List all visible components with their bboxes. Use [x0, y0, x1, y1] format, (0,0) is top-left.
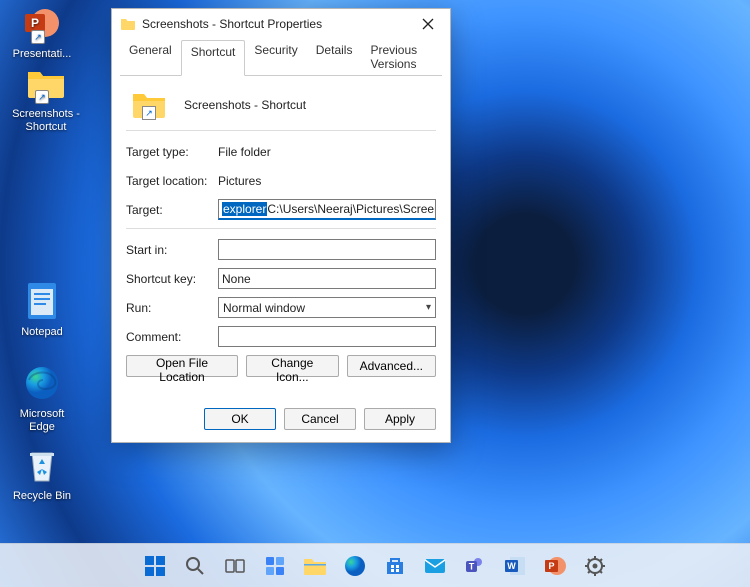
taskbar-mail[interactable]: [418, 549, 452, 583]
windows-icon: [144, 555, 166, 577]
file-explorer-icon: [303, 555, 327, 577]
ok-button[interactable]: OK: [204, 408, 276, 430]
shortcut-name: Screenshots - Shortcut: [184, 98, 306, 112]
notepad-icon: [24, 281, 60, 321]
titlebar[interactable]: Screenshots - Shortcut Properties: [112, 9, 450, 39]
properties-dialog: Screenshots - Shortcut Properties Genera…: [111, 8, 451, 443]
desktop-icon-presentation[interactable]: P ↗ Presentati...: [6, 2, 78, 61]
target-type-label: Target type:: [126, 145, 218, 159]
comment-label: Comment:: [126, 330, 218, 344]
shortcut-key-label: Shortcut key:: [126, 272, 218, 286]
close-button[interactable]: [412, 13, 444, 35]
desktop-icon-notepad[interactable]: Notepad: [6, 280, 78, 339]
desktop-icon-recycle-bin[interactable]: Recycle Bin: [6, 444, 78, 503]
taskbar-word[interactable]: W: [498, 549, 532, 583]
mail-icon: [423, 555, 447, 577]
apply-button[interactable]: Apply: [364, 408, 436, 430]
taskbar-powerpoint[interactable]: P: [538, 549, 572, 583]
recycle-bin-icon: [24, 445, 60, 485]
tab-previous-versions[interactable]: Previous Versions: [361, 39, 442, 75]
taskbar-search[interactable]: [178, 549, 212, 583]
target-type-value: File folder: [218, 145, 436, 159]
taskbar-store[interactable]: [378, 549, 412, 583]
svg-text:P: P: [31, 16, 39, 30]
shortcut-arrow-icon: ↗: [142, 106, 156, 120]
target-input[interactable]: explorer C:\Users\Neeraj\Pictures\Screen…: [218, 199, 436, 220]
shortcut-arrow-icon: ↗: [31, 30, 45, 44]
task-view-icon: [224, 555, 246, 577]
open-file-location-button[interactable]: Open File Location: [126, 355, 238, 377]
chevron-down-icon: ▾: [426, 302, 431, 313]
tab-shortcut[interactable]: Shortcut: [181, 40, 246, 76]
cancel-button[interactable]: Cancel: [284, 408, 356, 430]
tab-general[interactable]: General: [120, 39, 181, 75]
taskbar-widgets[interactable]: [258, 549, 292, 583]
dialog-title: Screenshots - Shortcut Properties: [142, 17, 412, 31]
search-icon: [184, 555, 206, 577]
desktop-icon-label: Presentati...: [6, 48, 78, 61]
target-label: Target:: [126, 203, 218, 217]
taskbar: T W P: [0, 543, 750, 587]
taskbar-edge[interactable]: [338, 549, 372, 583]
svg-text:P: P: [548, 561, 554, 571]
run-dropdown[interactable]: Normal window ▾: [218, 297, 436, 318]
edge-icon: [343, 554, 367, 578]
gear-icon: [584, 555, 606, 577]
desktop-icon-edge[interactable]: Microsoft Edge: [6, 362, 78, 434]
divider: [126, 228, 436, 229]
tab-strip: General Shortcut Security Details Previo…: [112, 39, 450, 75]
teams-icon: T: [463, 554, 487, 578]
tab-security[interactable]: Security: [245, 39, 306, 75]
start-in-input[interactable]: [218, 239, 436, 260]
edge-icon: [23, 364, 61, 402]
start-in-label: Start in:: [126, 243, 218, 257]
store-icon: [384, 555, 406, 577]
run-value: Normal window: [223, 301, 305, 315]
desktop-icon-label: Notepad: [6, 326, 78, 339]
tab-details[interactable]: Details: [307, 39, 362, 75]
advanced-button[interactable]: Advanced...: [347, 355, 436, 377]
target-rest: C:\Users\Neeraj\Pictures\Screenshots: [267, 202, 436, 216]
target-location-label: Target location:: [126, 174, 218, 188]
desktop-icon-label: Screenshots - Shortcut: [6, 108, 86, 134]
word-icon: W: [503, 554, 527, 578]
shortcut-key-input[interactable]: None: [218, 268, 436, 289]
run-label: Run:: [126, 301, 218, 315]
target-selection: explorer: [222, 202, 267, 216]
taskbar-teams[interactable]: T: [458, 549, 492, 583]
taskbar-task-view[interactable]: [218, 549, 252, 583]
dialog-body: ↗ Screenshots - Shortcut Target type: Fi…: [112, 76, 450, 387]
desktop-icon-label: Microsoft Edge: [6, 408, 78, 434]
close-icon: [422, 18, 434, 30]
desktop-icon-label: Recycle Bin: [6, 490, 78, 503]
folder-icon: [120, 16, 136, 32]
taskbar-file-explorer[interactable]: [298, 549, 332, 583]
svg-text:T: T: [469, 561, 475, 571]
powerpoint-icon: P: [543, 554, 567, 578]
divider: [126, 130, 436, 131]
widgets-icon: [264, 555, 286, 577]
shortcut-arrow-icon: ↗: [35, 90, 49, 104]
shortcut-icon-preview: ↗: [132, 90, 166, 120]
taskbar-settings[interactable]: [578, 549, 612, 583]
change-icon-button[interactable]: Change Icon...: [246, 355, 339, 377]
desktop-icon-screenshots-shortcut[interactable]: ↗ Screenshots - Shortcut: [6, 62, 86, 134]
comment-input[interactable]: [218, 326, 436, 347]
taskbar-start[interactable]: [138, 549, 172, 583]
target-location-value: Pictures: [218, 174, 436, 188]
svg-text:W: W: [507, 561, 516, 571]
